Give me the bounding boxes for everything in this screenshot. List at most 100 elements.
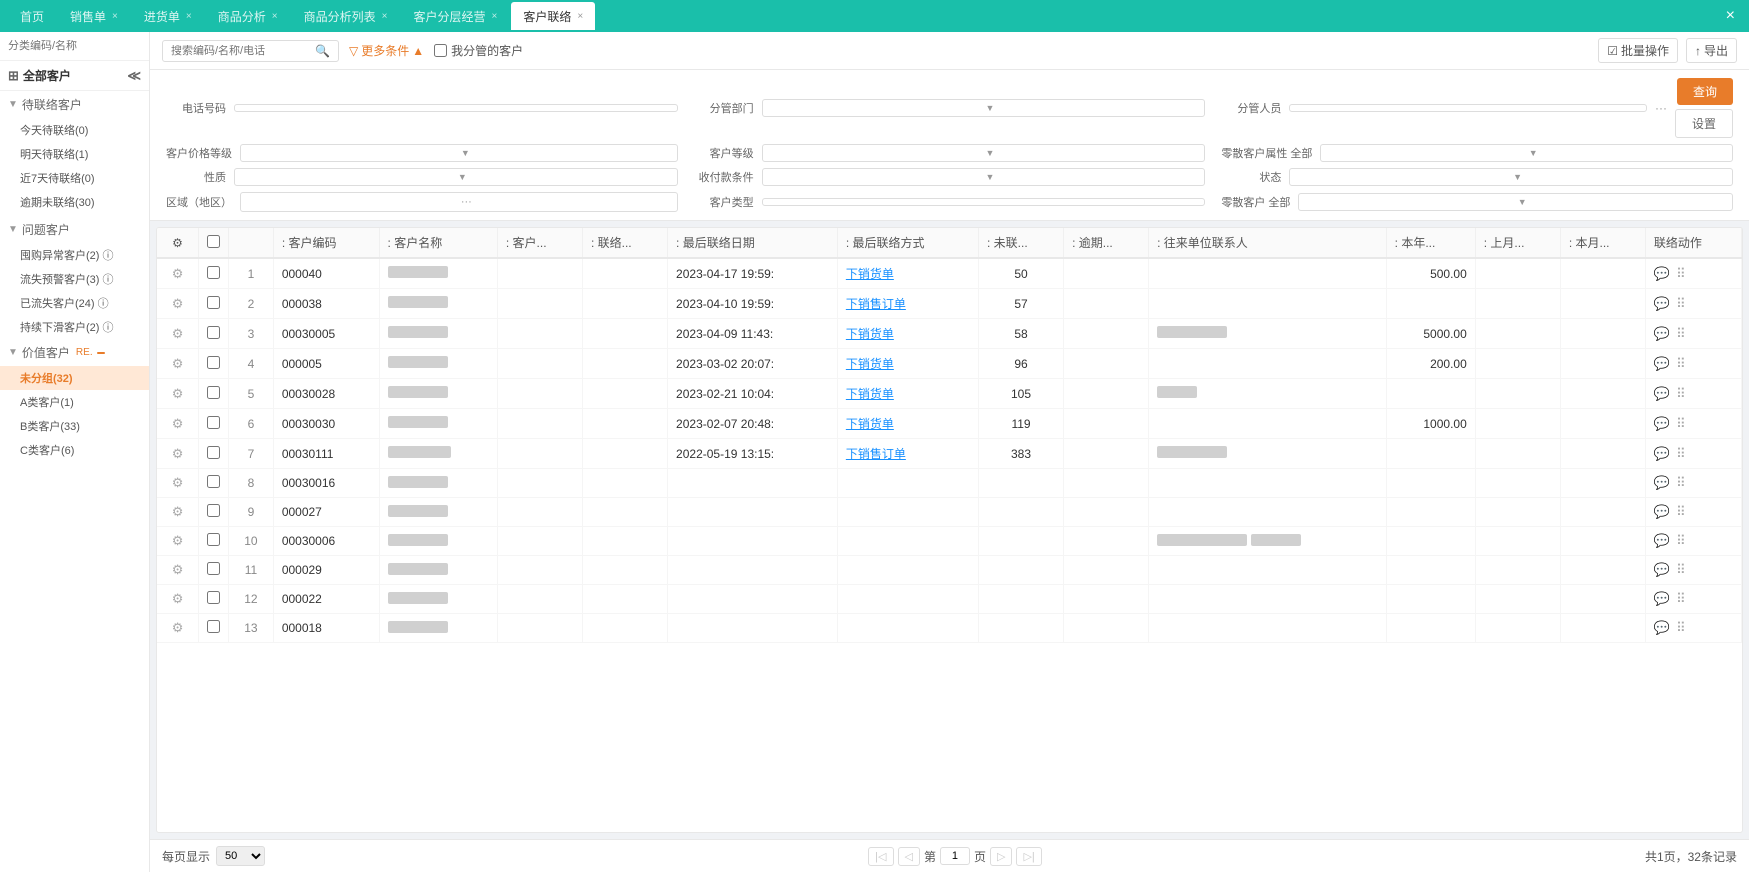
row-checkbox[interactable] [199,409,229,439]
chat-icon[interactable]: 💬 [1654,620,1670,636]
tab-purchase-close[interactable]: × [186,11,192,22]
col-code[interactable]: : 客户编码 [273,228,379,258]
tab-sales-close[interactable]: × [112,11,118,22]
reset-button[interactable]: 设置 [1675,109,1733,138]
col-last-way[interactable]: : 最后联络方式 [837,228,978,258]
col-contact[interactable]: : 联络... [582,228,667,258]
phone-input[interactable] [234,104,678,112]
row-select-checkbox[interactable] [207,446,220,459]
export-button[interactable]: ↑ 导出 [1686,38,1737,63]
row-gear[interactable]: ⚙ [157,319,199,349]
contact-way-link[interactable]: 下销售订单 [846,447,906,461]
row-checkbox[interactable] [199,527,229,556]
tab-customer-segment-close[interactable]: × [491,11,497,22]
row-gear[interactable]: ⚙ [157,498,199,527]
sidebar-item-declining[interactable]: 持续下滑客户(2) ⓘ [0,315,149,339]
contact-way-link[interactable]: 下销货单 [846,387,894,401]
row-select-checkbox[interactable] [207,620,220,633]
settings-icon[interactable]: ⚙ [172,326,184,341]
tab-product-list-close[interactable]: × [382,11,388,22]
row-gear[interactable]: ⚙ [157,379,199,409]
row-gear[interactable]: ⚙ [157,439,199,469]
sidebar-group-value[interactable]: ▼ 价值客户 RE. [0,339,149,366]
chat-icon[interactable]: 💬 [1654,446,1670,462]
tab-product-list[interactable]: 商品分析列表 × [292,2,400,30]
chat-icon[interactable]: 💬 [1654,416,1670,432]
status-input[interactable]: ▼ [1289,168,1733,186]
settings-icon[interactable]: ⚙ [172,386,184,401]
chat-icon[interactable]: 💬 [1654,475,1670,491]
query-button[interactable]: 查询 [1677,78,1733,105]
col-not-contact[interactable]: : 未联... [978,228,1063,258]
row-checkbox[interactable] [199,289,229,319]
collapse-icon[interactable]: ≪ [127,68,141,84]
col-unit-contact[interactable]: : 往来单位联系人 [1149,228,1387,258]
chat-icon[interactable]: 💬 [1654,562,1670,578]
row-select-checkbox[interactable] [207,475,220,488]
chat-icon[interactable]: 💬 [1654,533,1670,549]
row-gear[interactable]: ⚙ [157,289,199,319]
sidebar-all-customers[interactable]: ⊞ 全部客户 ≪ [0,61,149,91]
sidebar-item-7days[interactable]: 近7天待联络(0) [0,166,149,190]
payment-input[interactable]: ▼ [762,168,1206,186]
chat-icon[interactable]: 💬 [1654,296,1670,312]
filter-search-input[interactable] [171,45,311,57]
settings-icon[interactable]: ⚙ [172,591,184,606]
chat-icon[interactable]: 💬 [1654,266,1670,282]
sidebar-group-pending[interactable]: ▼ 待联络客户 [0,91,149,118]
row-checkbox[interactable] [199,319,229,349]
col-last-date[interactable]: : 最后联络日期 [668,228,838,258]
nature-input[interactable]: ▼ [234,168,678,186]
row-checkbox[interactable] [199,614,229,643]
sidebar-item-today[interactable]: 今天待联络(0) [0,118,149,142]
row-select-checkbox[interactable] [207,591,220,604]
tab-product-analysis-close[interactable]: × [272,11,278,22]
row-select-checkbox[interactable] [207,504,220,517]
cust-level-input[interactable]: ▼ [762,144,1206,162]
row-checkbox[interactable] [199,469,229,498]
tab-customer-contact-close[interactable]: × [577,11,583,22]
row-gear[interactable]: ⚙ [157,527,199,556]
settings-icon[interactable]: ⚙ [172,475,184,490]
sidebar-item-abnormal[interactable]: 囤购异常客户(2) ⓘ [0,243,149,267]
more-action-icon[interactable]: ⠿ [1676,446,1686,462]
row-checkbox[interactable] [199,585,229,614]
tab-sales[interactable]: 销售单 × [58,2,130,30]
contact-way-link[interactable]: 下销货单 [846,267,894,281]
row-select-checkbox[interactable] [207,562,220,575]
next-page-button[interactable]: ▷ [990,847,1012,866]
row-checkbox[interactable] [199,349,229,379]
row-gear[interactable]: ⚙ [157,469,199,498]
chat-icon[interactable]: 💬 [1654,356,1670,372]
settings-icon[interactable]: ⚙ [172,416,184,431]
sidebar-item-tomorrow[interactable]: 明天待联络(1) [0,142,149,166]
more-action-icon[interactable]: ⠿ [1676,591,1686,607]
col-name[interactable]: : 客户名称 [379,228,497,258]
chat-icon[interactable]: 💬 [1654,326,1670,342]
row-checkbox[interactable] [199,258,229,289]
prev-page-button[interactable]: ◁ [898,847,920,866]
tab-customer-segment[interactable]: 客户分层经营 × [401,2,509,30]
col-overdue[interactable]: : 逾期... [1064,228,1149,258]
page-number-input[interactable] [940,847,970,865]
sidebar-item-churned[interactable]: 已流失客户(24) ⓘ [0,291,149,315]
settings-icon[interactable]: ⚙ [172,356,184,371]
row-gear[interactable]: ⚙ [157,409,199,439]
row-gear[interactable]: ⚙ [157,349,199,379]
sidebar-item-overdue[interactable]: 逾期未联络(30) [0,190,149,214]
tab-customer-contact[interactable]: 客户联络 × [511,2,595,30]
sidebar-item-class-c[interactable]: C类客户(6) [0,438,149,462]
settings-icon[interactable]: ⚙ [172,562,184,577]
more-action-icon[interactable]: ⠿ [1676,356,1686,372]
settings-icon[interactable]: ⚙ [172,620,184,635]
filter-more-button[interactable]: ▽ 更多条件 ▲ [349,42,424,59]
manager-more-icon[interactable]: ··· [1655,101,1667,115]
retail-attr-input[interactable]: ▼ [1320,144,1733,162]
region-input[interactable]: ··· [240,192,678,212]
sidebar-item-churn-warn[interactable]: 流失预警客户(3) ⓘ [0,267,149,291]
row-select-checkbox[interactable] [207,386,220,399]
row-select-checkbox[interactable] [207,416,220,429]
more-action-icon[interactable]: ⠿ [1676,416,1686,432]
contact-way-link[interactable]: 下销货单 [846,327,894,341]
settings-icon[interactable]: ⚙ [172,266,184,281]
